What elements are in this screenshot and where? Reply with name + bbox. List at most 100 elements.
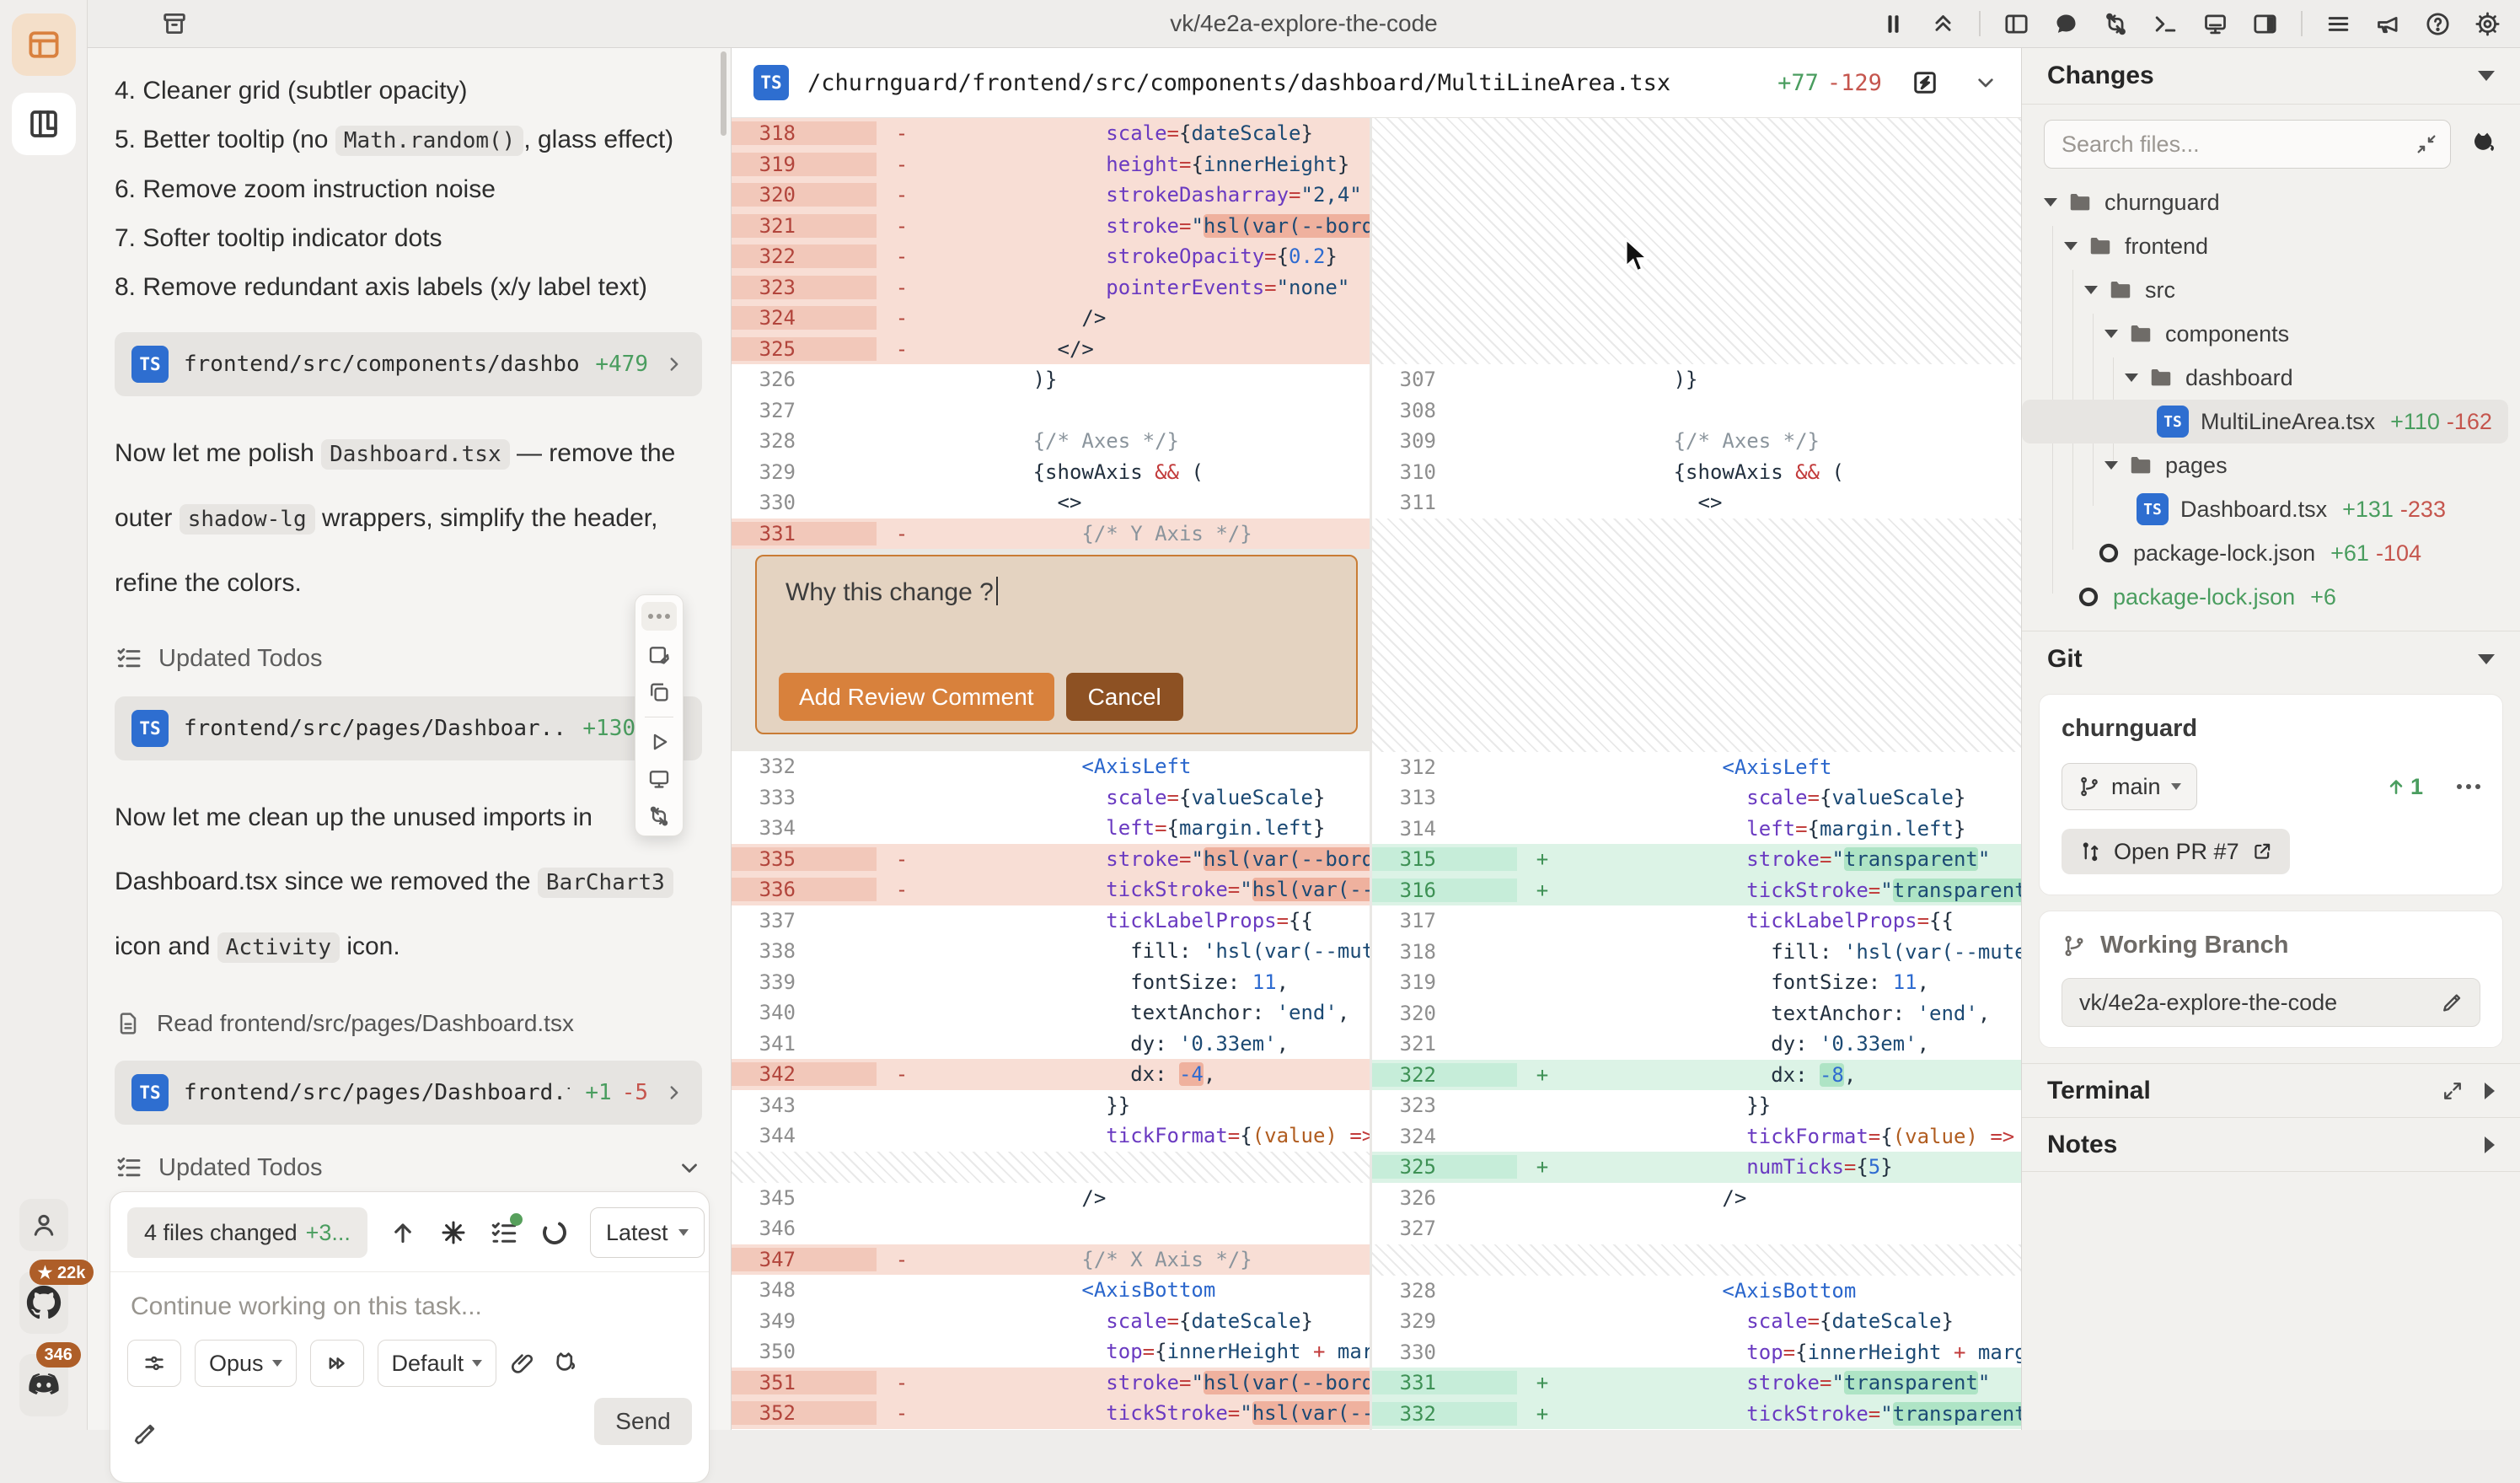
diff-line[interactable]: 315+ stroke="transparent" [1372, 844, 2021, 875]
diff-line[interactable]: 325+ numTicks={5} [1372, 1152, 2021, 1183]
expand-triangle-icon[interactable] [2044, 198, 2057, 207]
diff-line[interactable]: 347- {/* X Axis */} [732, 1244, 1370, 1276]
send-button[interactable]: Send [594, 1398, 692, 1445]
attachment-paperclip-icon[interactable] [510, 1350, 537, 1377]
diff-line[interactable]: 329 scale={dateScale} [1372, 1306, 2021, 1337]
more-options-icon[interactable] [2457, 784, 2480, 789]
diff-line[interactable]: 330 <> [732, 487, 1370, 519]
branch-dropdown[interactable]: main [2062, 763, 2197, 810]
expand-icon[interactable] [2441, 1079, 2464, 1103]
composer-input[interactable]: Continue working on this task... [110, 1272, 709, 1336]
diff-line[interactable]: 323- pointerEvents="none" [732, 272, 1370, 304]
diff-line[interactable]: 328 <AxisBottom [1372, 1276, 2021, 1307]
pen-icon[interactable] [132, 1418, 161, 1447]
diff-line[interactable]: 322- strokeOpacity={0.2} [732, 241, 1370, 272]
diff-line[interactable]: 331- {/* Y Axis */} [732, 519, 1370, 550]
diff-line[interactable]: 326 )} [732, 364, 1370, 395]
diff-line[interactable]: 340 textAnchor: 'end', [732, 997, 1370, 1029]
tree-item-package-lock-json[interactable]: package-lock.json+6 [2022, 575, 2520, 619]
tree-item-src[interactable]: src [2022, 268, 2520, 312]
tree-item-frontend[interactable]: frontend [2022, 224, 2520, 268]
files-changed-chip[interactable]: 4 files changed +3... [127, 1207, 367, 1258]
add-review-comment-button[interactable]: Add Review Comment [779, 673, 1054, 721]
diff-line[interactable]: 334 left={margin.left} [732, 813, 1370, 844]
diff-line[interactable]: 352- tickStroke="hsl(var(--bo [732, 1398, 1370, 1429]
chat-bubble-icon[interactable] [2052, 10, 2080, 38]
rail-account-button[interactable] [19, 1199, 68, 1251]
diff-line[interactable]: 310 {showAxis && ( [1372, 457, 2021, 488]
diff-line[interactable]: 312 <AxisLeft [1372, 752, 2021, 783]
diff-line[interactable]: 342- dx: -4, [732, 1059, 1370, 1090]
file-edit-chip[interactable]: TSfrontend/src/components/dashboa...+479 [115, 332, 702, 396]
diff-line[interactable]: 316+ tickStroke="transparent" [1372, 875, 2021, 906]
copy-icon[interactable] [646, 680, 672, 705]
mode-dropdown[interactable]: Default [378, 1340, 497, 1387]
tree-item-churnguard[interactable]: churnguard [2022, 180, 2520, 224]
diff-line[interactable]: 317 tickLabelProps={{ [1372, 905, 2021, 937]
diff-line[interactable]: 341 dy: '0.33em', [732, 1029, 1370, 1060]
monitor-icon[interactable] [646, 766, 672, 792]
commits-ahead[interactable]: 1 [2385, 774, 2423, 800]
diff-line[interactable]: 332+ tickStroke="transparent" [1372, 1399, 2021, 1430]
diff-line[interactable]: 343 }} [732, 1090, 1370, 1121]
diff-line[interactable]: 348 <AxisBottom [732, 1275, 1370, 1306]
megaphone-icon[interactable] [2374, 10, 2402, 38]
settings-sliders-button[interactable] [127, 1340, 181, 1387]
changes-section-header[interactable]: Changes [2022, 48, 2520, 104]
diff-line[interactable]: 308 [1372, 395, 2021, 427]
rail-workspace-active-button[interactable] [12, 13, 76, 76]
diff-line[interactable]: 318- scale={dateScale} [732, 118, 1370, 149]
file-search-box[interactable] [2044, 120, 2451, 169]
diff-line[interactable]: 328 {/* Axes */} [732, 426, 1370, 457]
diff-line[interactable]: 349 scale={dateScale} [732, 1306, 1370, 1337]
diff-line[interactable]: 338 fill: 'hsl(var(--muted [732, 936, 1370, 967]
help-icon[interactable] [2424, 10, 2452, 38]
diff-line[interactable]: 336- tickStroke="hsl(var(--bo [732, 874, 1370, 905]
expand-triangle-icon[interactable] [2084, 286, 2098, 294]
chevrons-up-icon[interactable] [1929, 10, 1957, 38]
diff-line[interactable]: 350 top={innerHeight + margi [732, 1336, 1370, 1367]
diff-line[interactable]: 332 <AxisLeft [732, 751, 1370, 782]
working-branch-field[interactable] [2062, 978, 2480, 1027]
cat-icon[interactable] [550, 1349, 579, 1378]
diff-line[interactable]: 319- height={innerHeight} [732, 149, 1370, 180]
sparkle-icon[interactable] [438, 1217, 469, 1248]
panel-right-filled-icon[interactable] [2251, 10, 2279, 38]
edit-pencil-icon[interactable] [2439, 990, 2464, 1015]
diff-line[interactable]: 320 textAnchor: 'end', [1372, 998, 2021, 1029]
tree-item-pages[interactable]: pages [2022, 443, 2520, 487]
monitor-icon[interactable] [2201, 10, 2229, 38]
diff-line[interactable]: 344 tickFormat={(value) => f [732, 1120, 1370, 1152]
collapse-tree-icon[interactable] [2415, 132, 2438, 156]
git-compare-icon[interactable] [646, 803, 672, 829]
panel-left-icon[interactable] [2003, 10, 2030, 38]
working-branch-input[interactable] [2079, 990, 2439, 1016]
edit-snapshot-icon[interactable] [646, 642, 672, 668]
review-comment-input[interactable]: Why this change ? [785, 578, 994, 607]
tree-item-multilinearea-tsx[interactable]: TSMultiLineArea.tsx+110-162 [2022, 400, 2508, 443]
diff-line[interactable]: 309 {/* Axes */} [1372, 426, 2021, 457]
diff-line[interactable]: 313 scale={valueScale} [1372, 782, 2021, 814]
pause-icon[interactable] [1879, 10, 1907, 38]
updated-todos-row[interactable]: Updated Todos [115, 644, 702, 673]
diff-line[interactable]: 337 tickLabelProps={{ [732, 905, 1370, 937]
tree-item-dashboard[interactable]: dashboard [2022, 356, 2520, 400]
diff-line[interactable]: 329 {showAxis && ( [732, 457, 1370, 488]
diff-line[interactable]: 326 /> [1372, 1183, 2021, 1214]
diff-line[interactable]: 339 fontSize: 11, [732, 967, 1370, 998]
fast-forward-button[interactable] [310, 1340, 364, 1387]
diff-line[interactable]: 325- </> [732, 334, 1370, 365]
git-compare-icon[interactable] [2102, 10, 2130, 38]
diff-line[interactable]: 311 <> [1372, 487, 2021, 519]
tree-item-components[interactable]: components [2022, 312, 2520, 356]
diff-line[interactable]: 323 }} [1372, 1090, 2021, 1121]
expand-triangle-icon[interactable] [2104, 330, 2118, 338]
cat-icon[interactable] [2466, 127, 2500, 161]
diff-line[interactable]: 330 top={innerHeight + margi [1372, 1337, 2021, 1368]
rail-github-button[interactable]: ★ 22k [19, 1271, 68, 1334]
version-dropdown[interactable]: Latest [590, 1207, 705, 1258]
file-edit-chip[interactable]: TSfrontend/src/pages/Dashboard.tsx+1-5 [115, 1061, 702, 1125]
diff-line[interactable]: 321 dy: '0.33em', [1372, 1029, 2021, 1060]
tree-item-package-lock-json[interactable]: package-lock.json+61-104 [2022, 531, 2520, 575]
diff-line[interactable]: 327 [732, 395, 1370, 427]
